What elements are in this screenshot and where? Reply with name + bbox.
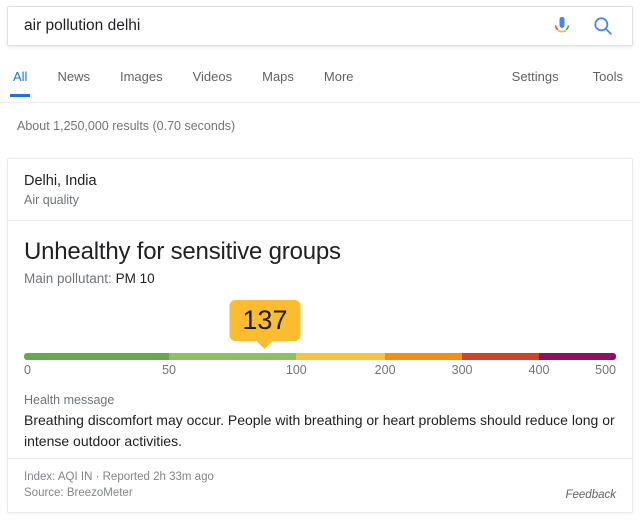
- aqi-gauge: 137 0 50 100 200 300 400 500: [24, 300, 616, 388]
- scale-segment-very-poor: [462, 353, 539, 360]
- card-footer: Index: AQI IN · Reported 2h 33m ago Sour…: [8, 458, 632, 512]
- search-box[interactable]: [7, 6, 633, 46]
- tab-images[interactable]: Images: [120, 63, 163, 97]
- scale-segment-satisfactory: [169, 353, 297, 360]
- card-index-line: Index: AQI IN · Reported 2h 33m ago: [24, 471, 214, 483]
- scale-tick-0: 0: [24, 363, 31, 377]
- tab-videos[interactable]: Videos: [193, 63, 233, 97]
- search-box-icons: [552, 15, 632, 37]
- tab-group-secondary: Settings Tools: [478, 63, 640, 97]
- search-input[interactable]: [8, 7, 552, 45]
- aqi-scale-ticks: 0 50 100 200 300 400 500: [24, 363, 616, 379]
- scale-tick-500: 500: [595, 363, 616, 377]
- health-message-label: Health message: [24, 393, 115, 407]
- main-pollutant: Main pollutant: PM 10: [24, 271, 616, 286]
- tab-news[interactable]: News: [57, 63, 90, 97]
- scale-tick-200: 200: [374, 363, 396, 377]
- main-pollutant-label: Main pollutant:: [24, 271, 112, 286]
- aqi-value-badge: 137: [229, 300, 301, 341]
- card-body: Unhealthy for sensitive groups Main poll…: [8, 221, 632, 388]
- scale-segment-good: [24, 353, 170, 360]
- card-header: Delhi, India Air quality: [8, 159, 632, 221]
- air-quality-card: Delhi, India Air quality Unhealthy for s…: [7, 158, 633, 513]
- card-subtitle: Air quality: [24, 193, 79, 207]
- search-nav-tabs: All News Images Videos Maps More Setting…: [0, 63, 640, 103]
- tab-all[interactable]: All: [9, 63, 32, 97]
- aqi-color-scale: [24, 353, 616, 360]
- aqi-status-title: Unhealthy for sensitive groups: [24, 238, 341, 265]
- scale-segment-moderate: [296, 353, 386, 360]
- microphone-icon[interactable]: [552, 15, 572, 37]
- health-message-block: Health message Breathing discomfort may …: [8, 392, 632, 452]
- feedback-link[interactable]: Feedback: [565, 489, 616, 501]
- scale-segment-severe: [539, 353, 616, 360]
- tab-group-primary: All News Images Videos Maps More: [9, 63, 384, 97]
- search-icon[interactable]: [592, 15, 614, 37]
- card-source-line: Source: BreezoMeter: [24, 487, 133, 499]
- settings-button[interactable]: Settings: [512, 63, 559, 97]
- tab-maps[interactable]: Maps: [262, 63, 294, 97]
- main-pollutant-value: PM 10: [115, 271, 155, 286]
- result-stats: About 1,250,000 results (0.70 seconds): [17, 119, 236, 133]
- tab-more[interactable]: More: [324, 63, 354, 97]
- health-message-text: Breathing discomfort may occur. People w…: [24, 412, 615, 449]
- scale-tick-50: 50: [162, 363, 176, 377]
- scale-segment-poor: [385, 353, 463, 360]
- scale-tick-100: 100: [285, 363, 307, 377]
- search-results-page: All News Images Videos Maps More Setting…: [0, 0, 640, 521]
- scale-tick-400: 400: [528, 363, 550, 377]
- tools-button[interactable]: Tools: [593, 63, 623, 97]
- scale-tick-300: 300: [451, 363, 473, 377]
- card-source-info: Index: AQI IN · Reported 2h 33m ago Sour…: [24, 469, 214, 501]
- location-name: Delhi, India: [24, 173, 97, 189]
